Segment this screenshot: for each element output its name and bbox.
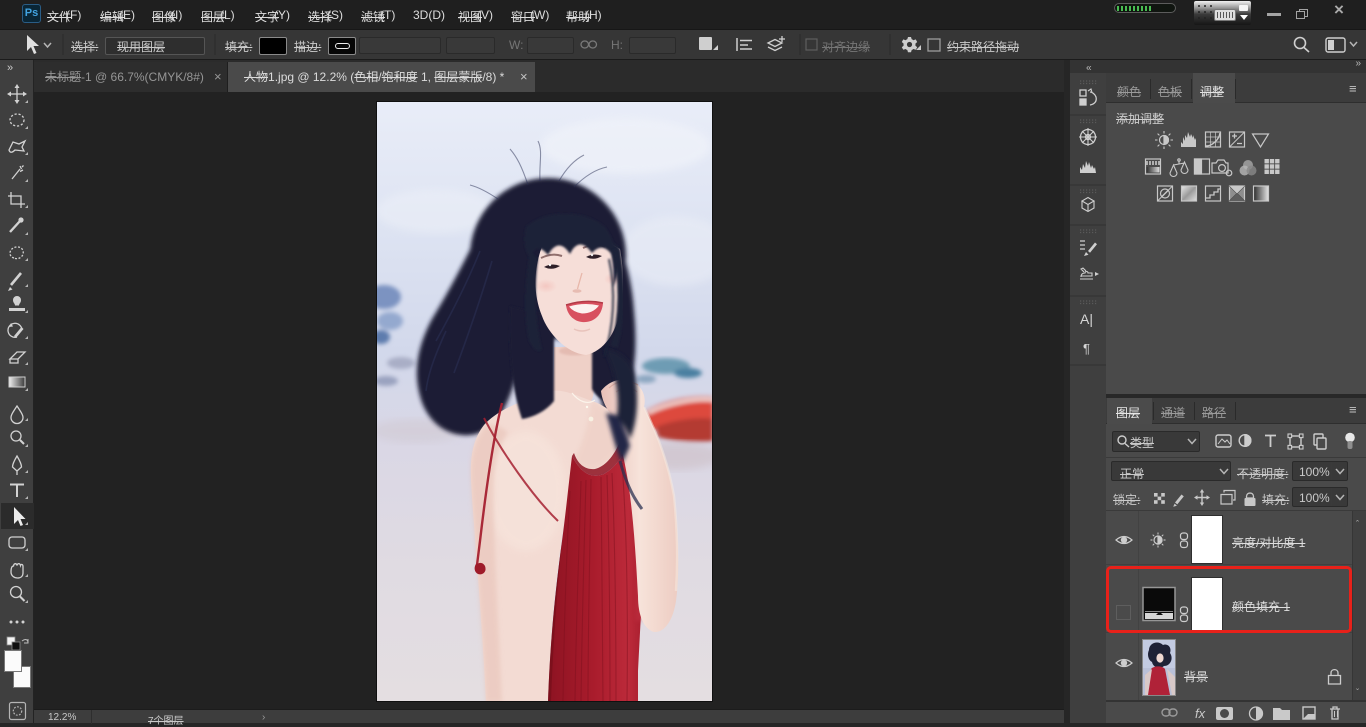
svg-text:»: »: [7, 62, 13, 74]
svg-text:«: «: [1086, 63, 1092, 74]
svg-text:A|: A|: [1080, 311, 1093, 327]
svg-text:fx: fx: [1195, 706, 1206, 721]
svg-text:¶: ¶: [1083, 341, 1090, 356]
